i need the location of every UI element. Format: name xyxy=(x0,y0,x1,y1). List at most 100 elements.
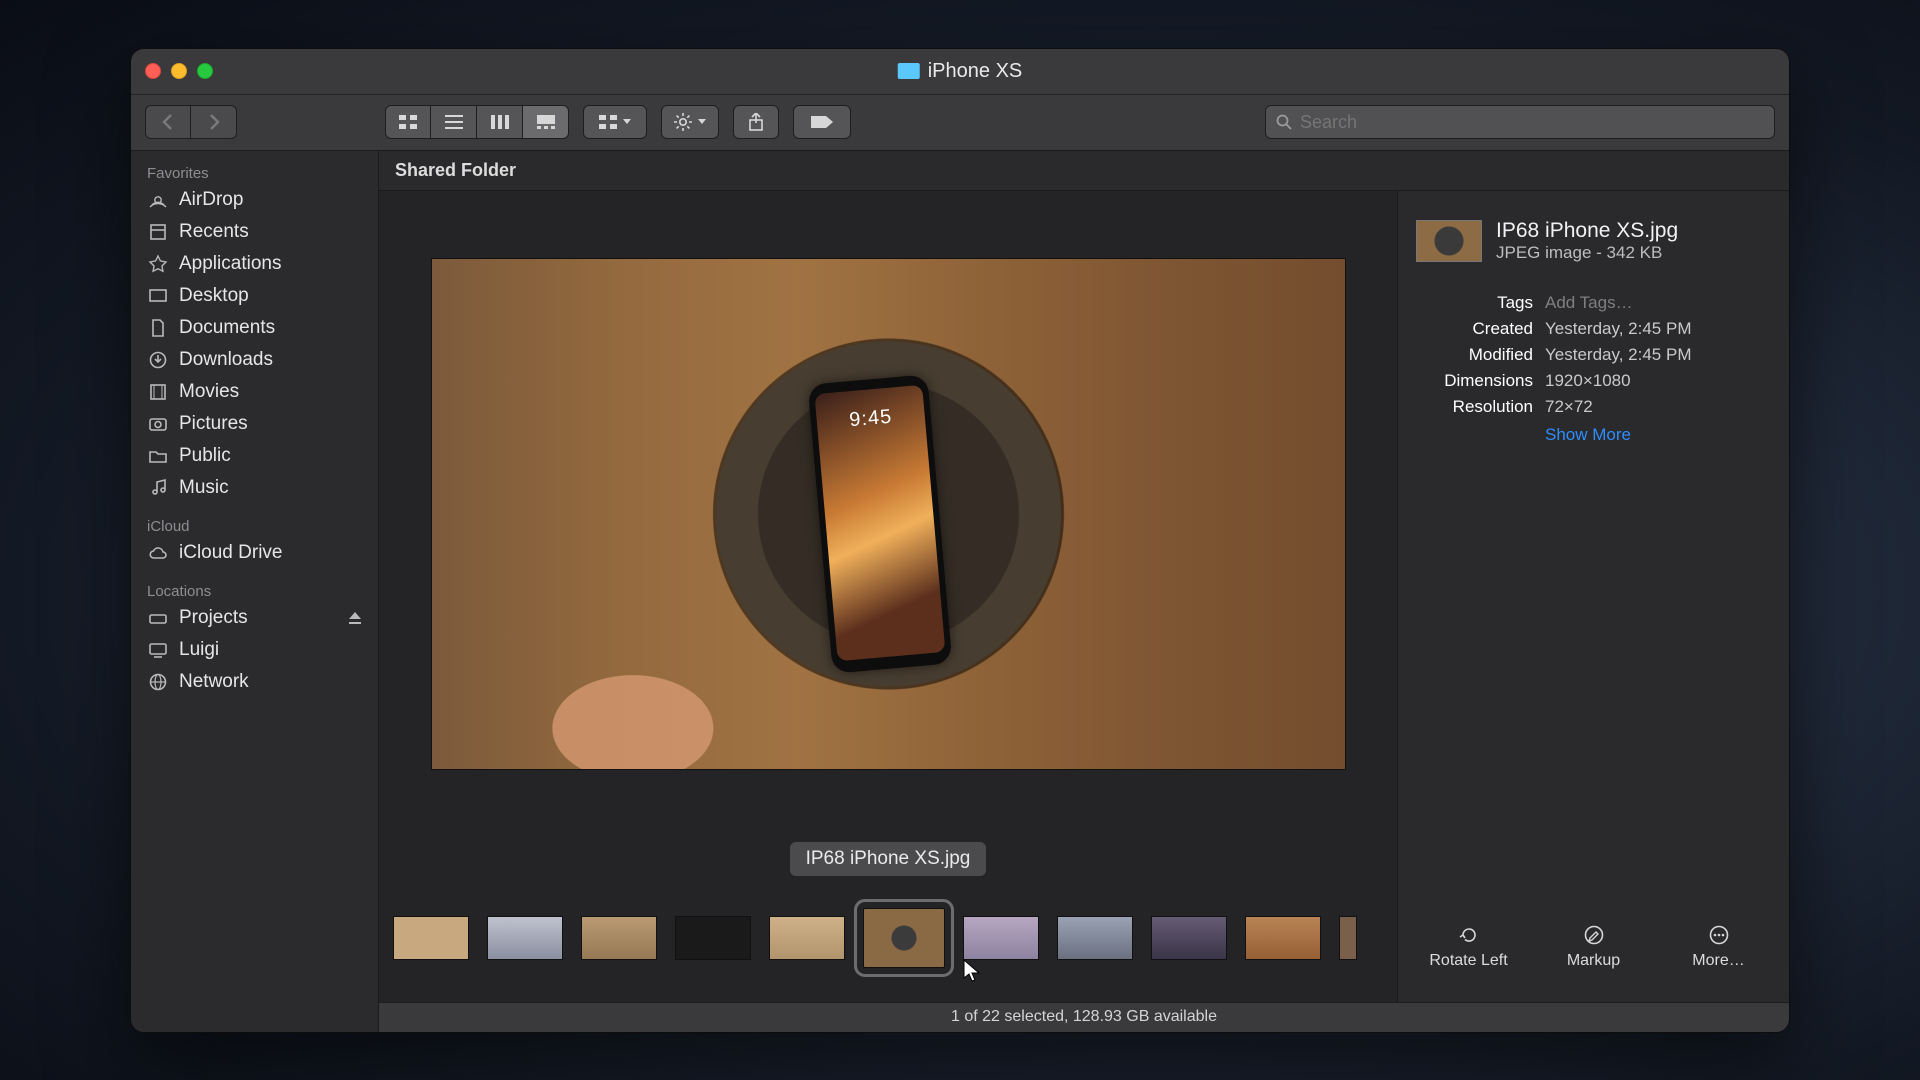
rotate-icon xyxy=(1458,924,1480,946)
zoom-button[interactable] xyxy=(197,63,213,79)
chevron-down-icon xyxy=(698,119,706,125)
thumbnail[interactable] xyxy=(675,916,751,960)
thumbnail[interactable] xyxy=(963,916,1039,960)
chevron-left-icon xyxy=(162,114,174,130)
downloads-icon xyxy=(147,349,169,371)
network-icon xyxy=(147,671,169,693)
thumbnail[interactable] xyxy=(769,916,845,960)
drive-icon xyxy=(147,607,169,629)
folder-icon xyxy=(898,63,920,79)
tags-field[interactable]: Add Tags… xyxy=(1545,293,1769,313)
sidebar-item-applications[interactable]: Applications xyxy=(131,248,378,280)
folder-icon xyxy=(147,445,169,467)
view-mode-segment xyxy=(385,105,569,139)
window-controls xyxy=(131,63,213,79)
column-view-button[interactable] xyxy=(477,105,523,139)
resolution-value: 72×72 xyxy=(1545,397,1769,417)
tags-button[interactable] xyxy=(793,105,851,139)
sidebar-section-icloud: iCloud xyxy=(131,514,378,537)
sidebar-item-recents[interactable]: Recents xyxy=(131,216,378,248)
sidebar-item-desktop[interactable]: Desktop xyxy=(131,280,378,312)
sidebar-item-icloud-drive[interactable]: iCloud Drive xyxy=(131,537,378,569)
thumbnail[interactable] xyxy=(1151,916,1227,960)
forward-button[interactable] xyxy=(191,105,237,139)
thumbnail[interactable] xyxy=(487,916,563,960)
group-by-button[interactable] xyxy=(583,105,647,139)
icon-view-button[interactable] xyxy=(385,105,431,139)
sidebar-section-favorites: Favorites xyxy=(131,161,378,184)
sidebar: Favorites AirDrop Recents Applications D… xyxy=(131,151,379,1032)
markup-button[interactable]: Markup xyxy=(1539,924,1649,970)
thumbnail-selected[interactable] xyxy=(863,908,945,968)
thumbnail[interactable] xyxy=(1339,916,1357,960)
path-label: Shared Folder xyxy=(395,160,516,181)
status-bar: 1 of 22 selected, 128.93 GB available xyxy=(379,1002,1789,1032)
quick-actions: Rotate Left Markup More… xyxy=(1398,914,1789,1002)
more-actions-button[interactable]: More… xyxy=(1664,924,1774,970)
inspector-subtitle: JPEG image - 342 KB xyxy=(1496,243,1678,263)
thumbnail[interactable] xyxy=(393,916,469,960)
status-text: 1 of 22 selected, 128.93 GB available xyxy=(951,1008,1217,1026)
inspector-pane: IP68 iPhone XS.jpg JPEG image - 342 KB T… xyxy=(1397,191,1789,1002)
music-icon xyxy=(147,477,169,499)
preview-image[interactable]: 9:45 xyxy=(431,258,1346,770)
sidebar-section-locations: Locations xyxy=(131,579,378,602)
window-title-text: iPhone XS xyxy=(928,60,1023,83)
rotate-left-button[interactable]: Rotate Left xyxy=(1414,924,1524,970)
search-icon xyxy=(1276,114,1292,130)
sidebar-item-downloads[interactable]: Downloads xyxy=(131,344,378,376)
dimensions-label: Dimensions xyxy=(1418,371,1533,391)
finder-window: iPhone XS xyxy=(130,48,1790,1033)
search-input[interactable] xyxy=(1300,112,1764,133)
recents-icon xyxy=(147,221,169,243)
gear-icon xyxy=(674,113,692,131)
applications-icon xyxy=(147,253,169,275)
list-icon xyxy=(445,115,463,129)
search-field[interactable] xyxy=(1265,105,1775,139)
selected-file-tooltip: IP68 iPhone XS.jpg xyxy=(790,842,987,876)
thumbnail[interactable] xyxy=(1245,916,1321,960)
toolbar xyxy=(131,95,1789,151)
sidebar-item-pictures[interactable]: Pictures xyxy=(131,408,378,440)
sidebar-item-luigi[interactable]: Luigi xyxy=(131,634,378,666)
thumbnail[interactable] xyxy=(1057,916,1133,960)
documents-icon xyxy=(147,317,169,339)
back-button[interactable] xyxy=(145,105,191,139)
gallery-view-button[interactable] xyxy=(523,105,569,139)
chevron-down-icon xyxy=(623,119,631,125)
window-title: iPhone XS xyxy=(898,60,1023,83)
titlebar: iPhone XS xyxy=(131,49,1789,95)
movies-icon xyxy=(147,381,169,403)
action-menu-button[interactable] xyxy=(661,105,719,139)
created-value: Yesterday, 2:45 PM xyxy=(1545,319,1769,339)
sidebar-item-documents[interactable]: Documents xyxy=(131,312,378,344)
sidebar-item-airdrop[interactable]: AirDrop xyxy=(131,184,378,216)
sidebar-item-public[interactable]: Public xyxy=(131,440,378,472)
minimize-button[interactable] xyxy=(171,63,187,79)
pictures-icon xyxy=(147,413,169,435)
chevron-right-icon xyxy=(208,114,220,130)
thumbnail[interactable] xyxy=(581,916,657,960)
close-button[interactable] xyxy=(145,63,161,79)
list-view-button[interactable] xyxy=(431,105,477,139)
share-button[interactable] xyxy=(733,105,779,139)
thumbnail-strip[interactable] xyxy=(379,882,1397,1002)
sidebar-item-projects[interactable]: Projects xyxy=(131,602,378,634)
resolution-label: Resolution xyxy=(1418,397,1533,417)
gallery-icon xyxy=(537,115,555,129)
computer-icon xyxy=(147,639,169,661)
desktop-icon xyxy=(147,285,169,307)
more-icon xyxy=(1708,924,1730,946)
created-label: Created xyxy=(1418,319,1533,339)
show-more-link[interactable]: Show More xyxy=(1398,417,1789,445)
sidebar-item-music[interactable]: Music xyxy=(131,472,378,504)
inspector-thumbnail xyxy=(1416,220,1482,262)
columns-icon xyxy=(491,115,509,129)
sidebar-item-movies[interactable]: Movies xyxy=(131,376,378,408)
eject-icon[interactable] xyxy=(348,611,362,625)
preview-area: 9:45 xyxy=(379,191,1397,812)
tag-icon xyxy=(809,114,835,130)
group-icon xyxy=(599,115,617,129)
path-bar: Shared Folder xyxy=(379,151,1789,191)
sidebar-item-network[interactable]: Network xyxy=(131,666,378,698)
